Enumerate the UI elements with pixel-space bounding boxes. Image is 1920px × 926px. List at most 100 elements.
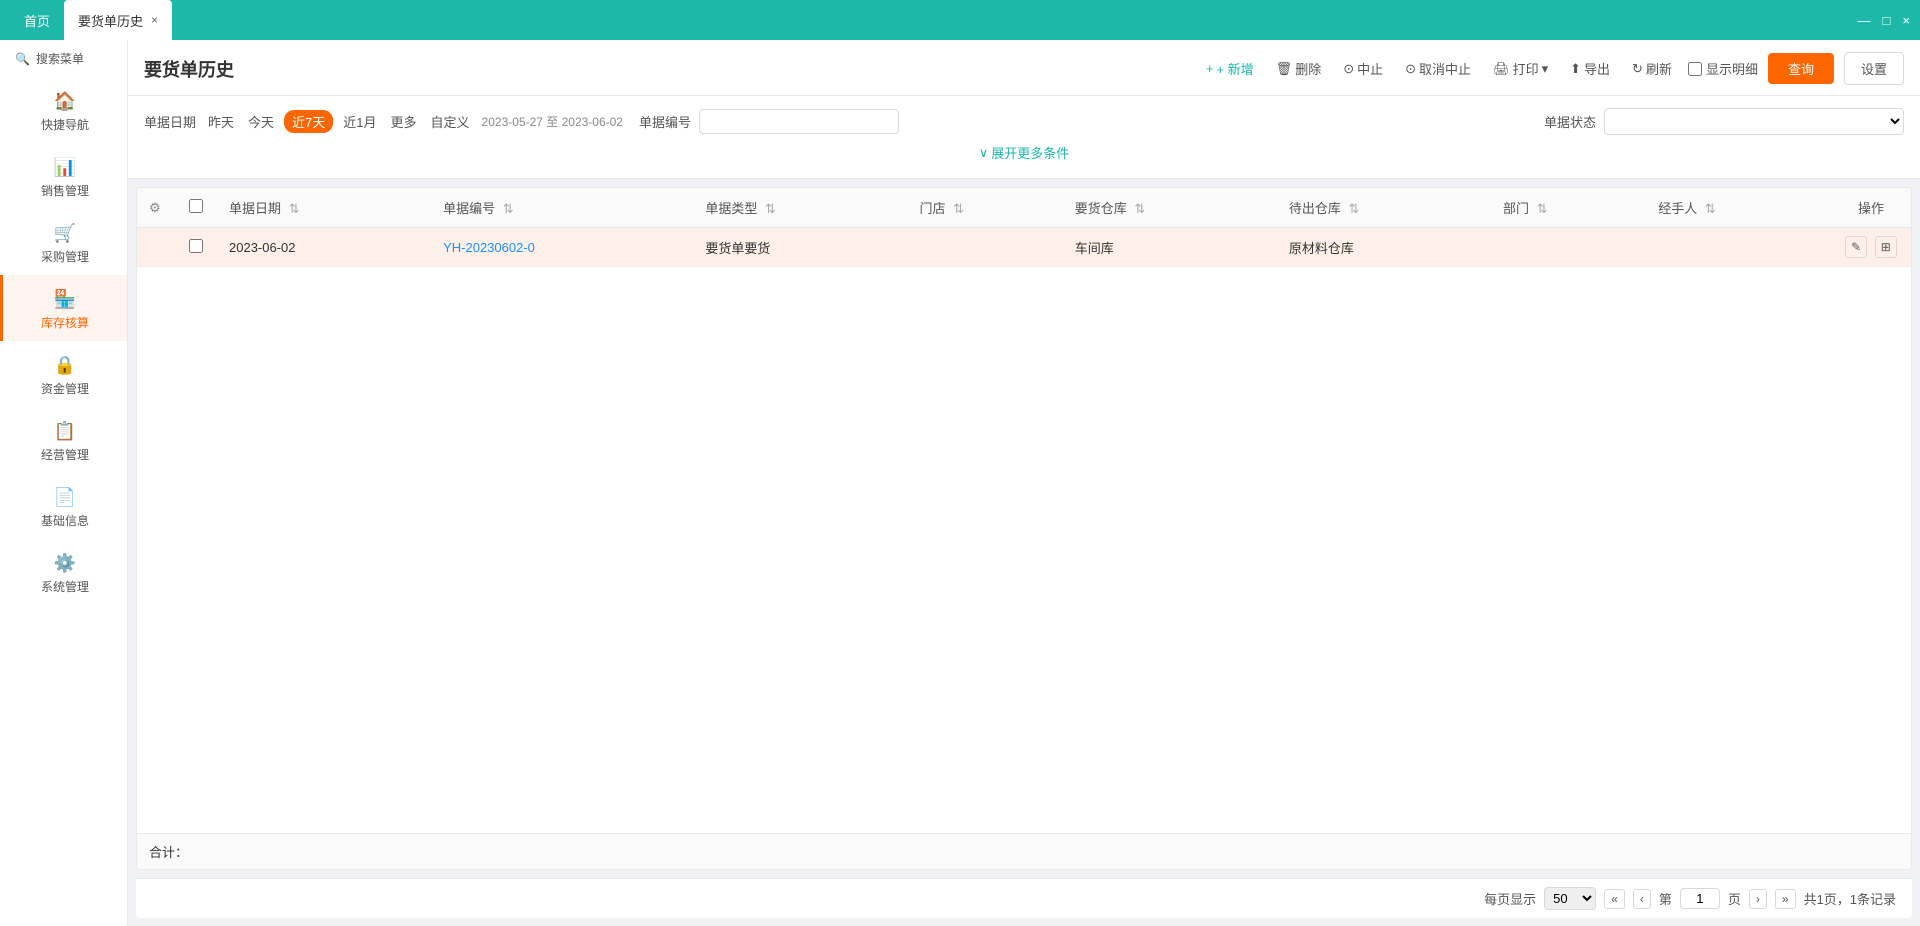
col-doc-type[interactable]: 单据类型 ⇅ — [693, 188, 907, 228]
expand-icon: ∨ — [979, 145, 989, 161]
table-header: ⚙ 单据日期 ⇅ 单据编号 ⇅ — [137, 188, 1911, 228]
select-all-checkbox[interactable] — [189, 199, 203, 213]
date-btn-yesterday[interactable]: 昨天 — [204, 110, 238, 133]
sidebar-item-system-label: 系统管理 — [41, 578, 89, 595]
refresh-label: 刷新 — [1646, 59, 1672, 78]
query-button[interactable]: 查询 — [1768, 53, 1834, 84]
setting-button[interactable]: 设置 — [1844, 52, 1904, 85]
col-doc-number[interactable]: 单据编号 ⇅ — [431, 188, 693, 228]
col-handler[interactable]: 经手人 ⇅ — [1646, 188, 1831, 228]
date-btn-today[interactable]: 今天 — [244, 110, 278, 133]
window-maximize-button[interactable]: □ — [1883, 13, 1891, 28]
table-footer: 合计： — [137, 833, 1911, 869]
prev-page-button[interactable]: ‹ — [1633, 889, 1651, 909]
col-req-warehouse[interactable]: 要货仓库 ⇅ — [1063, 188, 1277, 228]
expand-filter-button[interactable]: ∨ 展开更多条件 — [971, 139, 1078, 166]
top-bar: 首页 要货单历史 × — □ × — [0, 0, 1920, 40]
sidebar-item-quick-nav[interactable]: 🏠 快捷导航 — [0, 77, 127, 143]
col-store-sort-icon: ⇅ — [953, 201, 964, 216]
print-icon: 🖨 — [1493, 61, 1510, 77]
pagination-bar: 每页显示 50 100 « ‹ 第 页 › » 共1页，1条记录 — [136, 878, 1912, 918]
sidebar-item-purchase-label: 采购管理 — [41, 248, 89, 265]
sidebar-item-sales[interactable]: 📊 销售管理 — [0, 143, 127, 209]
window-controls: — □ × — [1858, 13, 1910, 28]
delete-button[interactable]: 🗑 删除 — [1270, 55, 1328, 82]
col-req-warehouse-sort-icon: ⇅ — [1134, 201, 1145, 216]
column-settings-icon[interactable]: ⚙ — [149, 200, 161, 215]
data-table: ⚙ 单据日期 ⇅ 单据编号 ⇅ — [137, 188, 1911, 267]
sidebar: 🔍 搜索菜单 🏠 快捷导航 📊 销售管理 🛒 采购管理 🏪 库存核算 🔒 资金管… — [0, 40, 128, 926]
table-area: ⚙ 单据日期 ⇅ 单据编号 ⇅ — [136, 187, 1912, 870]
doc-number-input[interactable] — [699, 109, 899, 134]
sidebar-item-purchase[interactable]: 🛒 采购管理 — [0, 209, 127, 275]
row-doc-type-cell: 要货单要货 — [693, 228, 907, 267]
row-doc-type: 要货单要货 — [705, 241, 770, 256]
tab-requisition-history[interactable]: 要货单历史 × — [64, 0, 172, 40]
sidebar-item-inventory[interactable]: 🏪 库存核算 — [0, 275, 127, 341]
doc-status-filter-item: 单据状态 — [915, 108, 1904, 135]
col-store[interactable]: 门店 ⇅ — [908, 188, 1063, 228]
col-doc-date-label: 单据日期 — [229, 201, 281, 216]
row-detail-button[interactable]: ⊞ — [1875, 236, 1897, 258]
display-detail-input[interactable] — [1688, 62, 1702, 76]
basic-info-icon: 📄 — [54, 487, 76, 508]
print-button[interactable]: 🖨 打印 ▾ — [1487, 55, 1554, 82]
doc-number-filter-item: 单据编号 — [639, 109, 899, 134]
row-department-cell — [1491, 228, 1646, 267]
window-minimize-button[interactable]: — — [1858, 13, 1871, 28]
row-req-warehouse-cell: 车间库 — [1063, 228, 1277, 267]
expand-label: 展开更多条件 — [991, 143, 1069, 162]
sidebar-item-system[interactable]: ⚙️ 系统管理 — [0, 539, 127, 605]
new-button[interactable]: + + 新增 — [1200, 55, 1260, 82]
stop-icon: ⊙ — [1343, 61, 1354, 77]
first-page-button[interactable]: « — [1604, 889, 1625, 909]
row-edit-button[interactable]: ✎ — [1845, 236, 1867, 258]
col-pending-warehouse-sort-icon: ⇅ — [1349, 201, 1360, 216]
cancel-stop-button[interactable]: ⊙ 取消中止 — [1399, 55, 1477, 82]
sidebar-item-basic-info[interactable]: 📄 基础信息 — [0, 473, 127, 539]
filter-area: 单据日期 昨天 今天 近7天 近1月 更多 自定义 2023-05-27 至 2… — [128, 96, 1920, 179]
stop-label: 中止 — [1357, 59, 1383, 78]
per-page-select[interactable]: 50 100 — [1544, 887, 1596, 910]
page-suffix-label: 页 — [1728, 889, 1741, 908]
print-label: 打印 — [1513, 59, 1539, 78]
date-btn-more[interactable]: 更多 — [387, 110, 421, 133]
date-btn-7days[interactable]: 近7天 — [284, 110, 333, 133]
row-checkbox[interactable] — [189, 239, 203, 253]
content-area: 要货单历史 + + 新增 🗑 删除 ⊙ 中止 ⊙ 取消中止 — [128, 40, 1920, 926]
sidebar-search[interactable]: 🔍 搜索菜单 — [0, 40, 127, 77]
col-doc-date[interactable]: 单据日期 ⇅ — [217, 188, 431, 228]
row-doc-number-link[interactable]: YH-20230602-0 — [443, 240, 535, 255]
export-button[interactable]: ⬆ 导出 — [1564, 55, 1616, 82]
display-detail-checkbox[interactable]: 显示明细 — [1688, 59, 1758, 78]
window-close-button[interactable]: × — [1902, 13, 1910, 28]
finance-icon: 🔒 — [54, 355, 76, 376]
home-icon: 🏠 — [54, 91, 76, 112]
row-doc-number-cell: YH-20230602-0 — [431, 228, 693, 267]
col-pending-warehouse[interactable]: 待出仓库 ⇅ — [1277, 188, 1491, 228]
per-page-label: 每页显示 — [1484, 889, 1536, 908]
last-page-button[interactable]: » — [1775, 889, 1796, 909]
export-label: 导出 — [1584, 59, 1610, 78]
delete-label: 删除 — [1295, 59, 1321, 78]
sidebar-item-operations[interactable]: 📋 经营管理 — [0, 407, 127, 473]
doc-status-select[interactable] — [1604, 108, 1904, 135]
sidebar-item-finance[interactable]: 🔒 资金管理 — [0, 341, 127, 407]
sidebar-search-label: 搜索菜单 — [36, 50, 84, 67]
row-settings-cell — [137, 228, 177, 267]
sidebar-item-inventory-label: 库存核算 — [41, 314, 89, 331]
next-page-button[interactable]: › — [1749, 889, 1767, 909]
page-number-input[interactable] — [1680, 888, 1720, 909]
page-header: 要货单历史 + + 新增 🗑 删除 ⊙ 中止 ⊙ 取消中止 — [128, 40, 1920, 96]
sidebar-item-sales-label: 销售管理 — [41, 182, 89, 199]
col-store-label: 门店 — [920, 201, 946, 216]
stop-button[interactable]: ⊙ 中止 — [1337, 55, 1389, 82]
date-range-display: 2023-05-27 至 2023-06-02 — [482, 113, 623, 130]
date-btn-1month[interactable]: 近1月 — [339, 110, 380, 133]
col-department[interactable]: 部门 ⇅ — [1491, 188, 1646, 228]
date-btn-custom[interactable]: 自定义 — [427, 110, 474, 133]
tab-close-button[interactable]: × — [151, 13, 158, 27]
row-handler-cell — [1646, 228, 1831, 267]
tab-home[interactable]: 首页 — [10, 0, 64, 40]
refresh-button[interactable]: ↻ 刷新 — [1626, 55, 1678, 82]
